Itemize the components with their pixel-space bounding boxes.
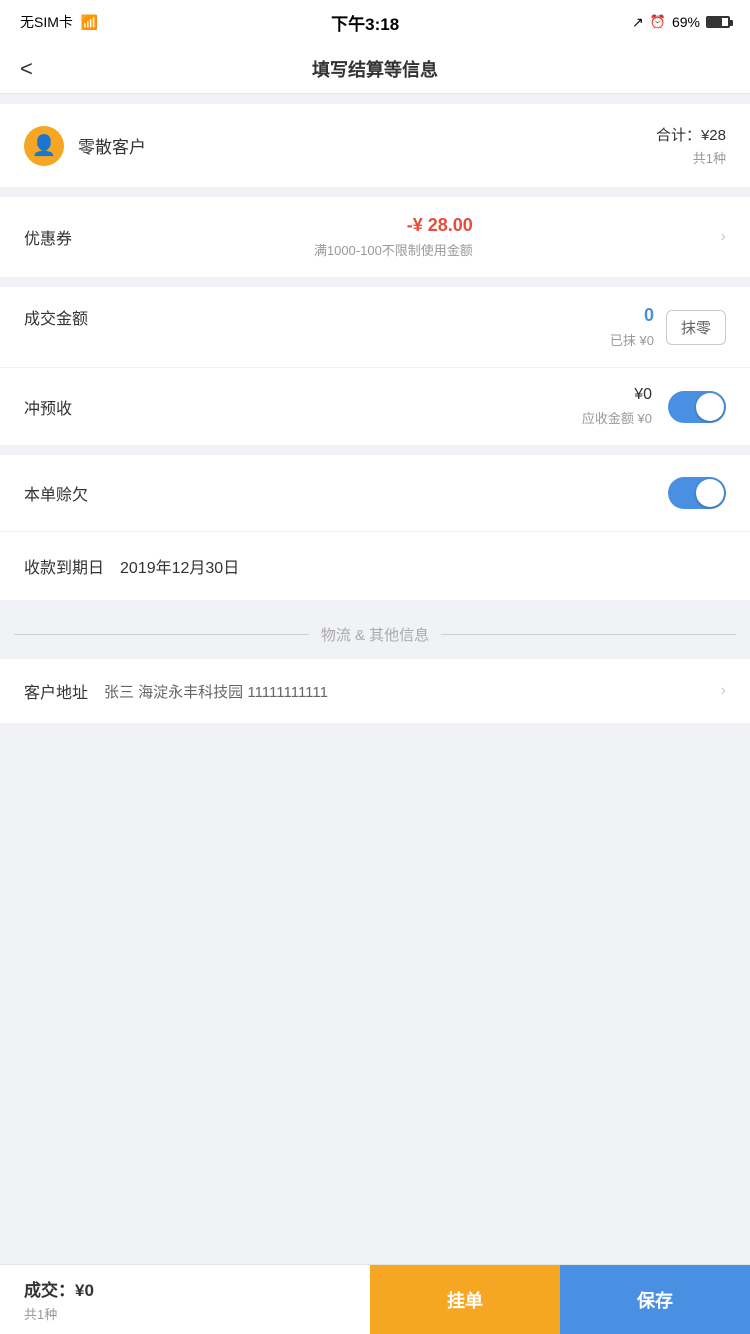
nav-bar: < 填写结算等信息 [0,44,750,94]
status-right: ↗ ⏰ 69% [632,14,730,31]
address-row[interactable]: 客户地址 张三 海淀永丰科技园 11111111111 › [0,659,750,723]
content: 👤 零散客户 合计：¥28 共1种 优惠券 -¥ 28.00 满1000-100… [0,104,750,813]
transaction-right: 已抹 ¥0 抹零 [594,305,726,349]
prepay-row: 冲预收 ¥0 应收金额 ¥0 [0,368,750,445]
coupon-amount: -¥ 28.00 [314,215,473,236]
bottom-bar: 成交：¥0 共1种 挂单 保存 [0,1264,750,1334]
prepay-sub: 应收金额 ¥0 [582,408,652,427]
alarm-icon: ⏰ [650,14,666,30]
network-label: 无SIM卡 [20,12,73,32]
coupon-right: -¥ 28.00 满1000-100不限制使用金额 [314,215,473,259]
logistics-header: 物流 & 其他信息 [0,610,750,659]
prepay-value: ¥0 [582,386,652,404]
avatar: 👤 [24,126,64,166]
debt-label: 本单赊欠 [24,481,88,505]
coupon-row[interactable]: 优惠券 -¥ 28.00 满1000-100不限制使用金额 › [0,197,750,277]
battery-percent: 69% [672,14,700,30]
transaction-sub: 已抹 ¥0 [594,330,654,349]
due-date-row: 收款到期日 2019年12月30日 [0,532,750,600]
due-date-value: 2019年12月30日 [120,554,239,578]
transaction-row: 成交金额 已抹 ¥0 抹零 [0,287,750,367]
customer-card: 👤 零散客户 合计：¥28 共1种 [0,104,750,187]
coupon-desc: 满1000-100不限制使用金额 [314,240,473,259]
chevron-right-icon: › [721,228,726,246]
back-button[interactable]: < [20,56,33,82]
wifi-icon: 📶 [81,14,98,31]
battery-icon [706,16,730,28]
bottom-deal-prefix: 成交： [24,1281,75,1300]
customer-left: 👤 零散客户 [24,126,146,166]
bottom-deal-amount: ¥0 [75,1281,94,1300]
location-icon: ↗ [632,14,644,31]
status-time: 下午3:18 [331,10,399,35]
debt-toggle[interactable] [668,477,726,509]
prepay-right: ¥0 应收金额 ¥0 [582,386,726,427]
hang-button[interactable]: 挂单 [370,1265,560,1334]
status-left: 无SIM卡 📶 [20,12,98,32]
transaction-label: 成交金额 [24,305,88,329]
customer-row: 👤 零散客户 合计：¥28 共1种 [0,104,750,187]
chevron-right-icon: › [721,682,726,700]
transaction-card: 成交金额 已抹 ¥0 抹零 冲预收 ¥0 应收金额 ¥0 [0,287,750,445]
address-card[interactable]: 客户地址 张三 海淀永丰科技园 11111111111 › [0,659,750,723]
customer-right: 合计：¥28 共1种 [656,124,726,167]
address-label: 客户地址 [24,679,88,703]
save-button[interactable]: 保存 [560,1265,750,1334]
due-date-label: 收款到期日 [24,554,104,578]
transaction-input[interactable] [594,305,654,326]
bottom-deal: 成交：¥0 [24,1276,346,1301]
total-amount: 合计：¥28 [656,124,726,145]
coupon-label: 优惠券 [24,225,72,249]
prepay-toggle[interactable] [668,391,726,423]
round-button[interactable]: 抹零 [666,310,726,345]
address-value: 张三 海淀永丰科技园 11111111111 [104,681,705,702]
logistics-label: 物流 & 其他信息 [321,624,429,645]
page-title: 填写结算等信息 [312,56,438,82]
total-count: 共1种 [656,148,726,167]
status-bar: 无SIM卡 📶 下午3:18 ↗ ⏰ 69% [0,0,750,44]
bottom-count: 共1种 [24,1304,346,1323]
prepay-label: 冲预收 [24,395,72,419]
debt-card: 本单赊欠 收款到期日 2019年12月30日 [0,455,750,600]
customer-name: 零散客户 [78,133,146,158]
coupon-card[interactable]: 优惠券 -¥ 28.00 满1000-100不限制使用金额 › [0,197,750,277]
debt-row: 本单赊欠 [0,455,750,531]
bottom-info: 成交：¥0 共1种 [0,1276,370,1323]
